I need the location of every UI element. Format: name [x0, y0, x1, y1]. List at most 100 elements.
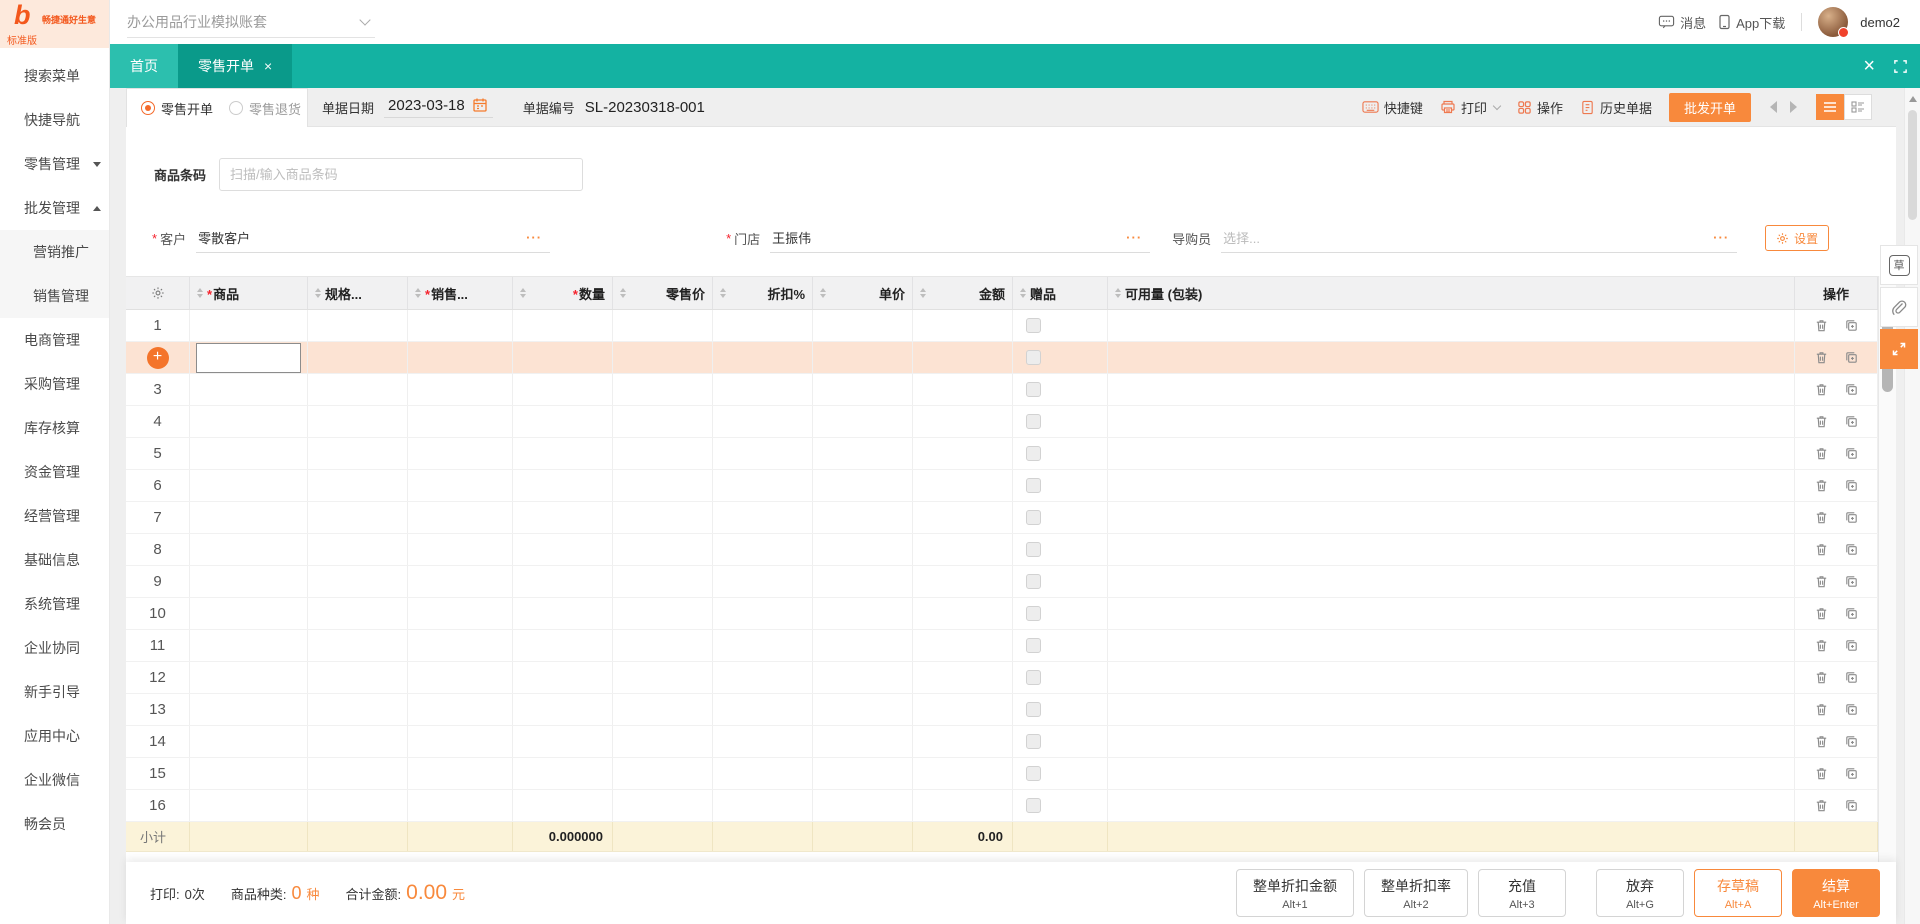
amount-cell[interactable]	[913, 758, 1013, 789]
sidebar-item[interactable]: 基础信息	[0, 538, 109, 582]
sales-cell[interactable]	[408, 630, 513, 661]
sidebar-item[interactable]: 采购管理	[0, 362, 109, 406]
unit-price-cell[interactable]	[813, 438, 913, 469]
retail-price-cell[interactable]	[613, 630, 713, 661]
sidebar-item[interactable]: 快捷导航	[0, 98, 109, 142]
product-cell[interactable]	[190, 758, 308, 789]
spec-cell[interactable]	[308, 438, 408, 469]
gift-checkbox[interactable]	[1026, 798, 1041, 813]
sidebar-item[interactable]: 零售管理	[0, 142, 109, 186]
sidebar-item[interactable]: 批发管理	[0, 186, 109, 230]
column-header[interactable]: *销售...	[408, 277, 513, 309]
discount-cell[interactable]	[713, 726, 813, 757]
amount-cell[interactable]	[913, 438, 1013, 469]
copy-row-icon[interactable]	[1844, 510, 1859, 525]
product-cell[interactable]	[190, 630, 308, 661]
sort-icon[interactable]	[415, 288, 421, 298]
spec-cell[interactable]	[308, 726, 408, 757]
retail-price-cell[interactable]	[613, 438, 713, 469]
sales-cell[interactable]	[408, 342, 513, 373]
copy-row-icon[interactable]	[1844, 574, 1859, 589]
store-field[interactable]: 王振伟 ···	[770, 223, 1151, 253]
sidebar-item[interactable]: 搜索菜单	[0, 54, 109, 98]
discount-cell[interactable]	[713, 630, 813, 661]
sales-cell[interactable]	[408, 662, 513, 693]
copy-row-icon[interactable]	[1844, 478, 1859, 493]
copy-row-icon[interactable]	[1844, 542, 1859, 557]
sales-cell[interactable]	[408, 566, 513, 597]
app-download-button[interactable]: App下载	[1718, 13, 1785, 32]
discount-cell[interactable]	[713, 662, 813, 693]
sales-cell[interactable]	[408, 310, 513, 341]
product-input[interactable]	[196, 342, 301, 373]
retail-price-cell[interactable]	[613, 598, 713, 629]
more-icon[interactable]: ···	[1713, 230, 1729, 245]
gift-checkbox[interactable]	[1026, 510, 1041, 525]
sales-cell[interactable]	[408, 534, 513, 565]
unit-price-cell[interactable]	[813, 694, 913, 725]
gift-checkbox[interactable]	[1026, 638, 1041, 653]
page-scroll-thumb[interactable]	[1908, 110, 1917, 220]
retail-price-cell[interactable]	[613, 726, 713, 757]
spec-cell[interactable]	[308, 566, 408, 597]
qty-cell[interactable]	[513, 662, 613, 693]
tab[interactable]: 零售开单 ×	[178, 44, 293, 88]
unit-price-cell[interactable]	[813, 502, 913, 533]
fullscreen-icon[interactable]	[1893, 59, 1908, 74]
product-cell[interactable]	[190, 790, 308, 821]
qty-cell[interactable]	[513, 790, 613, 821]
unit-price-cell[interactable]	[813, 374, 913, 405]
gift-checkbox[interactable]	[1026, 382, 1041, 397]
username[interactable]: demo2	[1860, 15, 1900, 30]
discount-cell[interactable]	[713, 758, 813, 789]
amount-cell[interactable]	[913, 790, 1013, 821]
product-cell[interactable]	[190, 470, 308, 501]
product-cell[interactable]	[190, 342, 308, 373]
amount-cell[interactable]	[913, 598, 1013, 629]
unit-price-cell[interactable]	[813, 726, 913, 757]
draft-box-button[interactable]: 草	[1880, 245, 1918, 285]
unit-price-cell[interactable]	[813, 566, 913, 597]
sort-icon[interactable]	[720, 288, 726, 298]
gift-checkbox[interactable]	[1026, 574, 1041, 589]
recharge-button[interactable]: 充值 Alt+3	[1478, 869, 1566, 917]
wholesale-order-button[interactable]: 批发开单	[1668, 92, 1751, 122]
sort-icon[interactable]	[1115, 288, 1121, 298]
retail-price-cell[interactable]	[613, 342, 713, 373]
copy-row-icon[interactable]	[1844, 414, 1859, 429]
gift-checkbox[interactable]	[1026, 350, 1041, 365]
qty-cell[interactable]	[513, 694, 613, 725]
spec-cell[interactable]	[308, 470, 408, 501]
retail-price-cell[interactable]	[613, 758, 713, 789]
copy-row-icon[interactable]	[1844, 382, 1859, 397]
qty-cell[interactable]	[513, 406, 613, 437]
spec-cell[interactable]	[308, 406, 408, 437]
sidebar-item[interactable]: 资金管理	[0, 450, 109, 494]
qty-cell[interactable]	[513, 758, 613, 789]
sales-cell[interactable]	[408, 502, 513, 533]
copy-row-icon[interactable]	[1844, 766, 1859, 781]
delete-row-icon[interactable]	[1814, 798, 1829, 813]
sort-icon[interactable]	[315, 288, 321, 298]
discount-cell[interactable]	[713, 534, 813, 565]
sales-cell[interactable]	[408, 726, 513, 757]
discount-cell[interactable]	[713, 342, 813, 373]
spec-cell[interactable]	[308, 662, 408, 693]
operations-button[interactable]: 操作	[1517, 98, 1563, 117]
column-header[interactable]: 单价	[813, 277, 913, 309]
qty-cell[interactable]	[513, 630, 613, 661]
product-cell[interactable]	[190, 502, 308, 533]
guide-field[interactable]: 选择... ···	[1221, 223, 1738, 253]
sidebar-item[interactable]: 应用中心	[0, 714, 109, 758]
column-header[interactable]: 零售价	[613, 277, 713, 309]
sidebar-item[interactable]: 库存核算	[0, 406, 109, 450]
page-scrollbar[interactable]	[1904, 88, 1920, 924]
list-view-toggle[interactable]	[1816, 94, 1844, 120]
gift-checkbox[interactable]	[1026, 446, 1041, 461]
copy-row-icon[interactable]	[1844, 798, 1859, 813]
retail-price-cell[interactable]	[613, 470, 713, 501]
qty-cell[interactable]	[513, 310, 613, 341]
column-header[interactable]: *商品	[190, 277, 308, 309]
copy-row-icon[interactable]	[1844, 638, 1859, 653]
amount-cell[interactable]	[913, 694, 1013, 725]
